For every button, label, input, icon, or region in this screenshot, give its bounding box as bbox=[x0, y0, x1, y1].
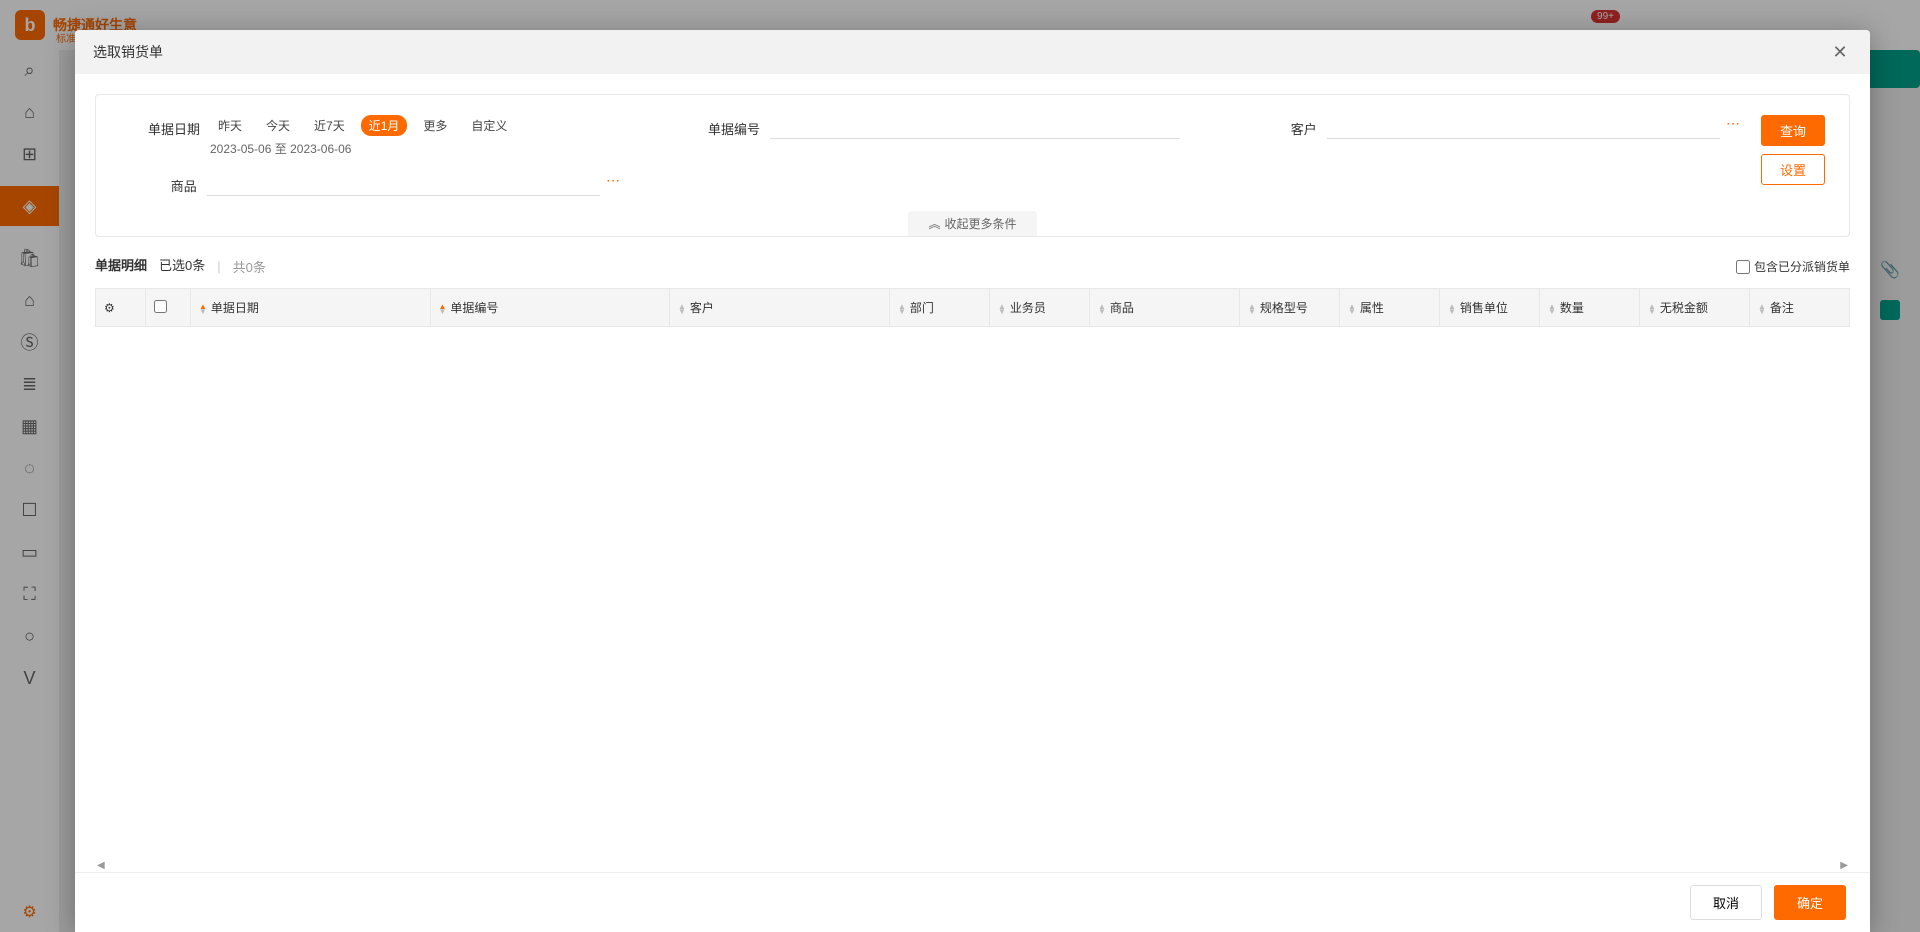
column-customer[interactable]: ▲▼客户 bbox=[670, 289, 890, 327]
close-button[interactable]: ✕ bbox=[1828, 40, 1852, 64]
gear-icon: ⚙ bbox=[104, 301, 115, 315]
date-to: 2023-06-06 bbox=[290, 142, 351, 156]
include-dispatched-input[interactable] bbox=[1736, 260, 1750, 274]
date-from: 2023-05-06 bbox=[210, 142, 271, 156]
date-tab-7days[interactable]: 近7天 bbox=[306, 115, 353, 136]
date-range-display: 2023-05-06 至 2023-06-06 bbox=[210, 140, 620, 157]
tab-detail[interactable]: 单据明细 bbox=[95, 255, 147, 278]
close-icon: ✕ bbox=[1832, 42, 1847, 63]
modal-title: 选取销货单 bbox=[93, 42, 163, 62]
scroll-left-icon[interactable]: ◀ bbox=[97, 860, 105, 871]
column-checkbox[interactable] bbox=[146, 289, 191, 327]
date-tab-today[interactable]: 今天 bbox=[258, 115, 298, 136]
modal-header: 选取销货单 ✕ bbox=[75, 30, 1870, 74]
filter-customer-input[interactable] bbox=[1327, 115, 1720, 139]
column-qty[interactable]: ▲▼数量 bbox=[1540, 289, 1640, 327]
table-body-empty bbox=[95, 327, 1850, 858]
product-more-icon[interactable]: ⋯ bbox=[606, 172, 620, 189]
collapse-text: 收起更多条件 bbox=[945, 215, 1017, 232]
date-quick-tabs: 昨天 今天 近7天 近1月 更多 自定义 bbox=[210, 115, 620, 136]
filter-customer-label: 客户 bbox=[1240, 115, 1317, 138]
table-section: 单据明细 已选0条 | 共0条 包含已分派销货单 ⚙ bbox=[95, 255, 1850, 872]
date-sep: 至 bbox=[275, 142, 287, 156]
include-dispatched-label: 包含已分派销货单 bbox=[1754, 258, 1850, 275]
select-sales-order-modal: 选取销货单 ✕ 单据日期 昨天 今天 近7天 近1月 更多 自定义 bbox=[75, 30, 1870, 932]
separator: | bbox=[217, 259, 220, 274]
horizontal-scrollbar[interactable]: ◀ ▶ bbox=[95, 858, 1850, 872]
include-dispatched-checkbox[interactable]: 包含已分派销货单 bbox=[1736, 258, 1850, 275]
column-spec[interactable]: ▲▼规格型号 bbox=[1240, 289, 1340, 327]
cancel-button[interactable]: 取消 bbox=[1690, 885, 1762, 920]
confirm-button[interactable]: 确定 bbox=[1774, 885, 1846, 920]
column-docno[interactable]: ▲▼单据编号 bbox=[430, 289, 670, 327]
modal-footer: 取消 确定 bbox=[75, 872, 1870, 932]
chevron-up-icon: ︽ bbox=[928, 215, 940, 232]
filter-panel: 单据日期 昨天 今天 近7天 近1月 更多 自定义 2023-05-06 至 bbox=[95, 94, 1850, 237]
date-tab-more[interactable]: 更多 bbox=[415, 115, 455, 136]
data-table: ⚙ ▲▼单据日期 ▲▼单据编号 ▲▼客户 ▲▼部门 ▲▼业务员 ▲▼商品 ▲▼规… bbox=[95, 288, 1850, 327]
settings-button[interactable]: 设置 bbox=[1761, 154, 1825, 185]
date-tab-custom[interactable]: 自定义 bbox=[463, 115, 515, 136]
table-header-row: ⚙ ▲▼单据日期 ▲▼单据编号 ▲▼客户 ▲▼部门 ▲▼业务员 ▲▼商品 ▲▼规… bbox=[96, 289, 1850, 327]
filter-docno-label: 单据编号 bbox=[680, 115, 760, 138]
column-date[interactable]: ▲▼单据日期 bbox=[191, 289, 431, 327]
scroll-right-icon[interactable]: ▶ bbox=[1840, 860, 1848, 871]
filter-docno-input[interactable] bbox=[770, 115, 1180, 139]
column-unit[interactable]: ▲▼销售单位 bbox=[1440, 289, 1540, 327]
filter-date-label: 单据日期 bbox=[120, 115, 200, 138]
search-button[interactable]: 查询 bbox=[1761, 115, 1825, 146]
column-amount[interactable]: ▲▼无税金额 bbox=[1640, 289, 1750, 327]
column-settings[interactable]: ⚙ bbox=[96, 289, 146, 327]
customer-more-icon[interactable]: ⋯ bbox=[1726, 115, 1740, 132]
date-tab-yesterday[interactable]: 昨天 bbox=[210, 115, 250, 136]
column-dept[interactable]: ▲▼部门 bbox=[890, 289, 990, 327]
column-product[interactable]: ▲▼商品 bbox=[1090, 289, 1240, 327]
date-tab-1month[interactable]: 近1月 bbox=[361, 115, 408, 136]
filter-product-input[interactable] bbox=[207, 172, 600, 196]
modal-body: 单据日期 昨天 今天 近7天 近1月 更多 自定义 2023-05-06 至 bbox=[75, 74, 1870, 872]
tab-selected[interactable]: 已选0条 bbox=[159, 255, 205, 278]
column-remark[interactable]: ▲▼备注 bbox=[1750, 289, 1850, 327]
filter-product-label: 商品 bbox=[120, 172, 197, 195]
column-salesperson[interactable]: ▲▼业务员 bbox=[990, 289, 1090, 327]
collapse-filters-button[interactable]: ︽ 收起更多条件 bbox=[908, 211, 1036, 236]
column-attr[interactable]: ▲▼属性 bbox=[1340, 289, 1440, 327]
filter-action-buttons: 查询 设置 bbox=[1761, 115, 1825, 185]
total-count: 共0条 bbox=[233, 257, 266, 276]
select-all-checkbox[interactable] bbox=[154, 300, 167, 313]
